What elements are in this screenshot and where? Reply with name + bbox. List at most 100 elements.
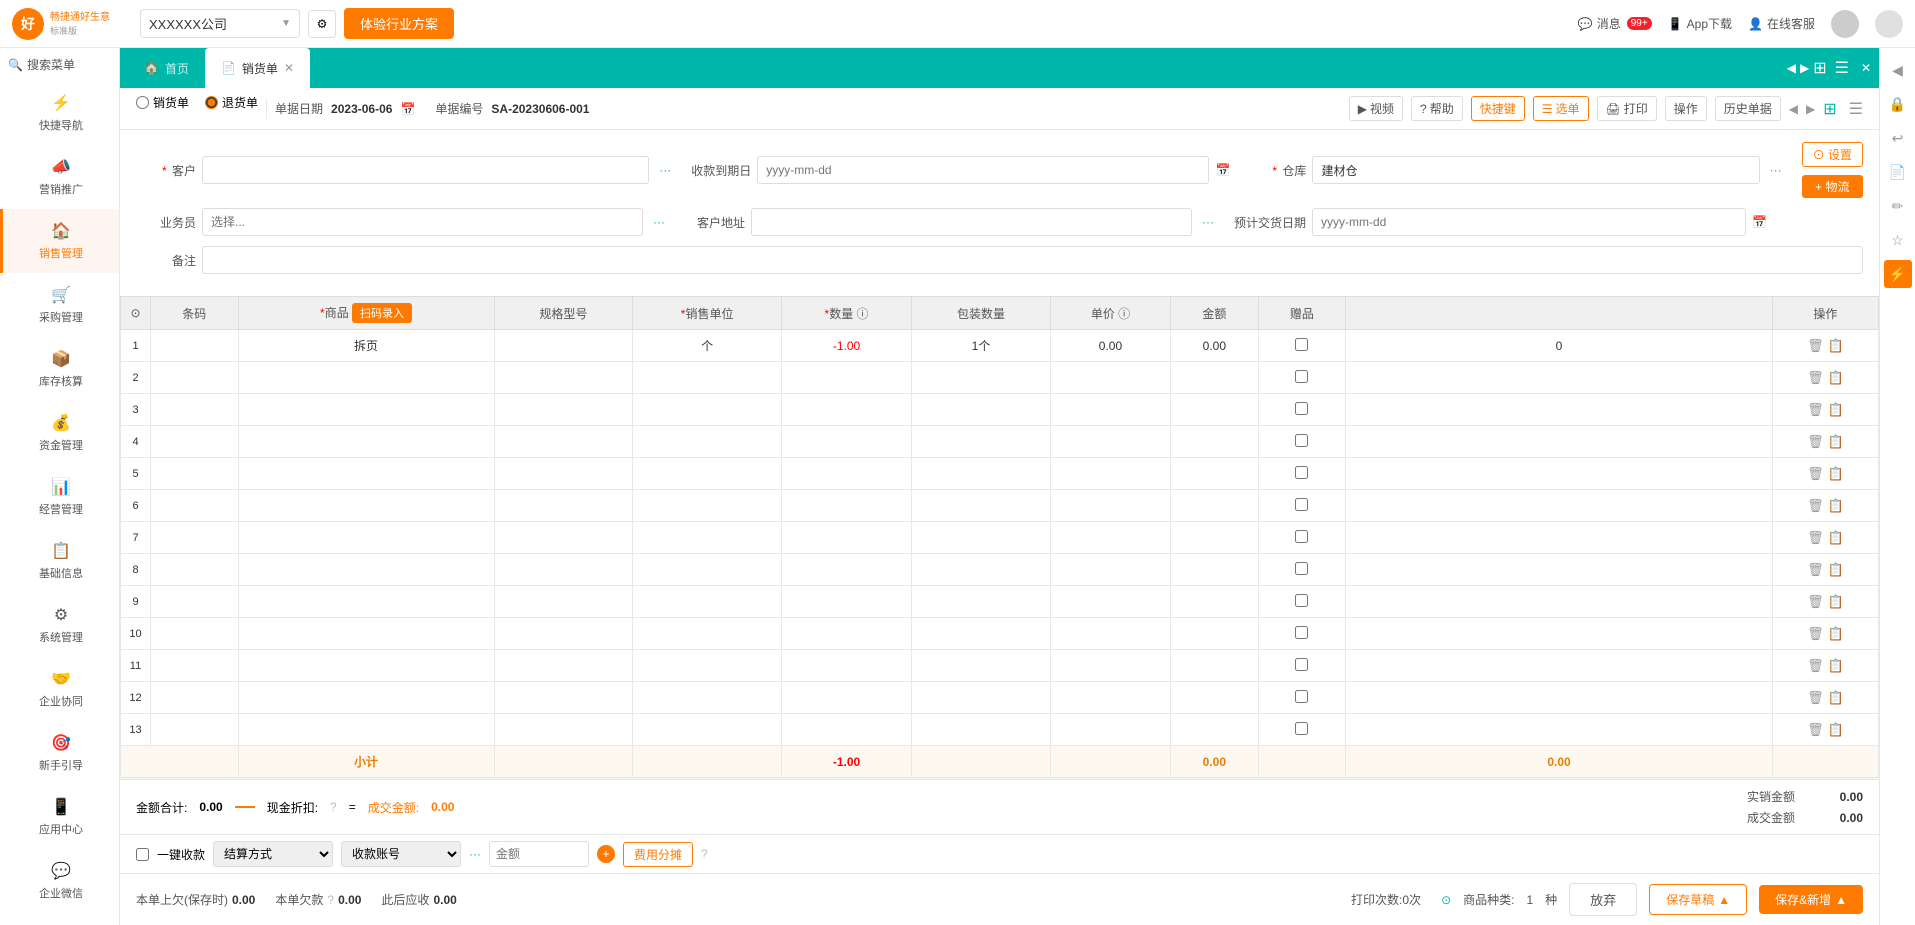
row-gift[interactable] [1258,426,1346,458]
row-goods[interactable] [238,426,494,458]
row-goods[interactable] [238,394,494,426]
addr-more-icon[interactable]: ··· [1198,215,1218,229]
row-gift[interactable] [1258,394,1346,426]
row-price[interactable] [1050,714,1170,746]
add-payment-button[interactable]: + [597,845,615,863]
copy-row-icon[interactable]: 📋 [1828,562,1844,578]
row-barcode[interactable] [151,650,239,682]
online-service-button[interactable]: 👤 在线客服 [1748,15,1815,32]
row-spec[interactable] [494,714,633,746]
operate-btn[interactable]: 操作 [1665,96,1707,121]
message-button[interactable]: 💬 消息 99+ [1578,15,1652,32]
print-btn[interactable]: 🖨 打印 [1597,96,1657,121]
copy-row-icon[interactable]: 📋 [1828,594,1844,610]
customer-more-icon[interactable]: ··· [655,163,675,177]
expected-date-calendar-icon[interactable]: 📅 [1752,215,1767,229]
row-qty[interactable] [781,650,911,682]
payment-account-select[interactable]: 收款账号 [341,841,461,867]
row-qty[interactable] [781,618,911,650]
row-unit[interactable] [633,362,782,394]
right-panel-lock-icon[interactable]: 🔒 [1884,90,1912,118]
row-barcode[interactable] [151,490,239,522]
row-goods[interactable] [238,554,494,586]
tab-close-all-icon[interactable]: ✕ [1861,61,1871,75]
copy-row-icon[interactable]: 📋 [1828,658,1844,674]
sidebar-item-sales[interactable]: 🏠 销售管理 [0,209,119,273]
row-gift[interactable] [1258,586,1346,618]
sidebar-item-enterprise[interactable]: 🤝 企业协同 [0,657,119,721]
right-panel-refresh-icon[interactable]: ↩ [1884,124,1912,152]
delete-icon[interactable]: 🗑 [1807,434,1824,450]
tab-sales-order[interactable]: 📄 销货单 ✕ [205,48,310,88]
copy-row-icon[interactable]: 📋 [1828,402,1844,418]
row-spec[interactable] [494,490,633,522]
row-unit[interactable] [633,522,782,554]
row-unit[interactable] [633,426,782,458]
copy-row-icon[interactable]: 📋 [1828,530,1844,546]
copy-row-icon[interactable]: 📋 [1828,690,1844,706]
settings-icon[interactable]: ⚙ [308,10,336,38]
sidebar-item-guide[interactable]: 🎯 新手引导 [0,721,119,785]
row-barcode[interactable] [151,522,239,554]
avatar[interactable] [1831,10,1859,38]
row-barcode[interactable] [151,554,239,586]
delete-icon[interactable]: 🗑 [1807,658,1824,674]
shortcut-btn[interactable]: 快捷键 [1471,96,1525,121]
row-gift[interactable] [1258,714,1346,746]
warehouse-input[interactable] [1312,156,1759,184]
row-price[interactable] [1050,458,1170,490]
expected-date-input[interactable] [1312,208,1746,236]
row-unit[interactable] [633,618,782,650]
due-date-input[interactable] [757,156,1209,184]
row-unit[interactable] [633,458,782,490]
row-spec[interactable] [494,330,633,362]
tab-next-icon[interactable]: ▶ [1800,61,1809,75]
radio-sale[interactable]: 销货单 [136,94,189,111]
row-goods[interactable] [238,714,494,746]
row-gift[interactable] [1258,522,1346,554]
row-price[interactable] [1050,426,1170,458]
row-spec[interactable] [494,522,633,554]
sidebar-item-inventory[interactable]: 📦 库存核算 [0,337,119,401]
tab-home[interactable]: 🏠 首页 [128,48,205,88]
row-qty[interactable] [781,682,911,714]
row-barcode[interactable] [151,618,239,650]
row-qty[interactable]: -1.00 [781,330,911,362]
calendar-icon[interactable]: 📅 [400,102,415,116]
row-amount[interactable] [1171,394,1259,426]
row-pack-qty[interactable] [912,522,1051,554]
sidebar-item-system[interactable]: ⚙ 系统管理 [0,593,119,657]
row-unit[interactable]: 个 [633,330,782,362]
delete-icon[interactable]: 🗑 [1807,338,1824,354]
delete-icon[interactable]: 🗑 [1807,530,1824,546]
tab-prev-icon[interactable]: ◀ [1787,61,1796,75]
row-goods[interactable] [238,490,494,522]
row-pack-qty[interactable]: 1个 [912,330,1051,362]
logistics-button[interactable]: + 物流 [1802,175,1863,198]
payment-method-select[interactable]: 结算方式 [213,841,333,867]
sidebar-item-basics[interactable]: 📋 基础信息 [0,529,119,593]
row-amount[interactable] [1171,618,1259,650]
sidebar-item-purchase[interactable]: 🛒 采购管理 [0,273,119,337]
row-spec[interactable] [494,394,633,426]
more-dots-icon[interactable]: ··· [469,847,481,861]
row-price[interactable] [1050,554,1170,586]
row-goods[interactable] [238,586,494,618]
th-settings[interactable]: ⊙ [121,297,151,330]
row-qty[interactable] [781,490,911,522]
row-spec[interactable] [494,458,633,490]
row-barcode[interactable] [151,682,239,714]
delete-icon[interactable]: 🗑 [1807,594,1824,610]
row-amount[interactable] [1171,682,1259,714]
history-btn[interactable]: 历史单据 [1715,96,1781,121]
delete-icon[interactable]: 🗑 [1807,626,1824,642]
row-barcode[interactable] [151,586,239,618]
table-view-icon[interactable]: ⊞ [1823,99,1836,119]
row-qty[interactable] [781,362,911,394]
row-gift[interactable] [1258,490,1346,522]
row-amount[interactable] [1171,714,1259,746]
row-gift[interactable] [1258,682,1346,714]
right-panel-copy-icon[interactable]: 📄 [1884,158,1912,186]
row-gift[interactable] [1258,650,1346,682]
row-gift[interactable] [1258,330,1346,362]
